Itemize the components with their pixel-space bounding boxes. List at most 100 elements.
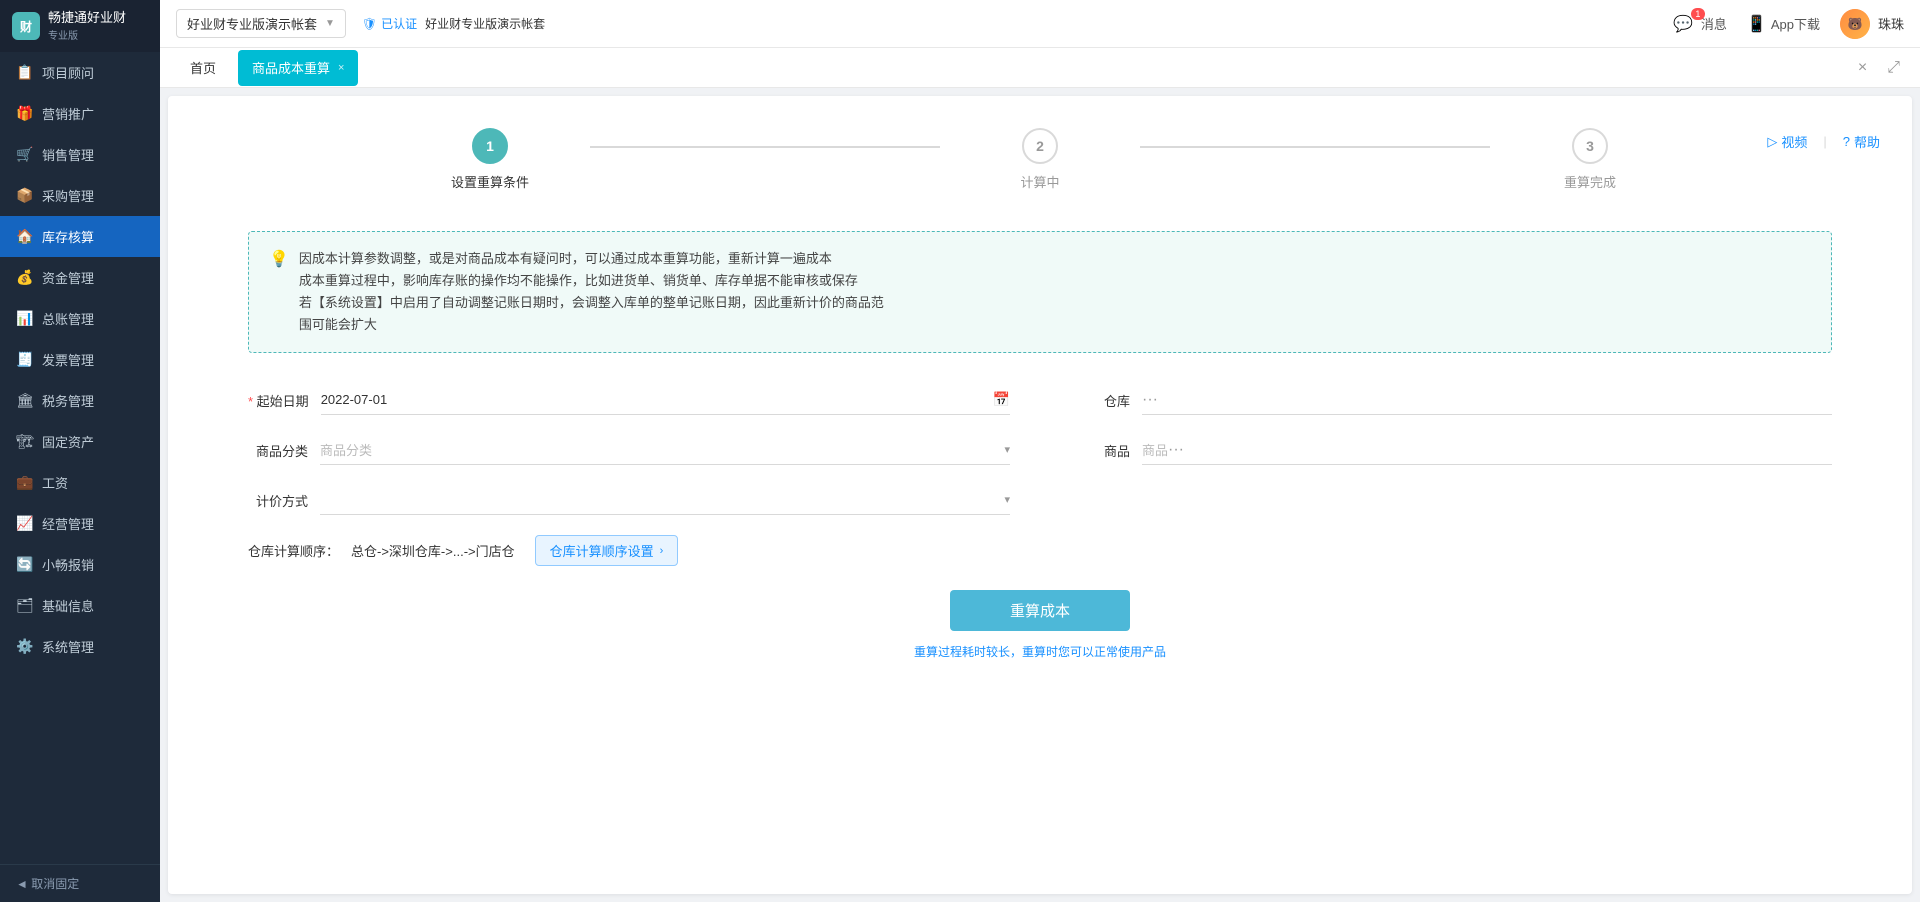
sidebar-item-expense[interactable]: 🔄 小畅报销 <box>0 544 160 585</box>
chevron-down-icon: ▾ <box>1004 443 1010 456</box>
sidebar-item-system[interactable]: ⚙️ 系统管理 <box>0 626 160 667</box>
sidebar-item-finance[interactable]: 💰 资金管理 <box>0 257 160 298</box>
sidebar-item-payroll[interactable]: 💼 工资 <box>0 462 160 503</box>
start-date-field: 起始日期 📅 <box>248 385 1010 415</box>
sidebar-item-project[interactable]: 📋 项目顾问 <box>0 52 160 93</box>
tabs-bar: 首页 商品成本重算 × × ⤢ <box>160 48 1920 88</box>
step-1-circle: 1 <box>472 128 508 164</box>
goods-label: 商品 <box>1070 441 1130 460</box>
sidebar-item-label: 小畅报销 <box>42 555 94 574</box>
sidebar-item-label: 销售管理 <box>42 145 94 164</box>
message-icon: 💬 <box>1673 16 1693 33</box>
warehouse-label: 仓库 <box>1070 391 1130 410</box>
sidebar-item-base[interactable]: 🗂 基础信息 <box>0 585 160 626</box>
sidebar-item-purchase[interactable]: 📦 采购管理 <box>0 175 160 216</box>
user-profile[interactable]: 🐻 珠珠 <box>1840 9 1904 39</box>
expense-icon: 🔄 <box>16 556 34 574</box>
sidebar-collapse[interactable]: ◄ 取消固定 <box>0 864 160 902</box>
tab-home[interactable]: 首页 <box>176 50 230 86</box>
sidebar-item-invoice[interactable]: 🧾 发票管理 <box>0 339 160 380</box>
goods-placeholder: 商品 <box>1142 440 1168 459</box>
tab-cost-recalc[interactable]: 商品成本重算 × <box>238 50 358 86</box>
company-name: 好业财专业版演示帐套 <box>425 15 545 32</box>
step-2-number: 2 <box>1036 138 1044 154</box>
window-controls: × ⤢ <box>1854 55 1904 81</box>
start-date-label: 起始日期 <box>248 391 309 410</box>
sidebar-nav: 📋 项目顾问 🎁 营销推广 🛒 销售管理 📦 采购管理 🏠 库存核算 💰 资金管… <box>0 52 160 864</box>
sidebar-item-label: 采购管理 <box>42 186 94 205</box>
warehouse-input[interactable]: ··· <box>1142 385 1832 415</box>
sidebar-item-label: 项目顾问 <box>42 63 94 82</box>
warehouse-order-value: 总仓->深圳仓库->...->门店仓 <box>351 541 515 560</box>
category-placeholder: 商品分类 <box>320 440 1004 459</box>
sidebar-item-tax[interactable]: 🏛 税务管理 <box>0 380 160 421</box>
message-badge-wrapper: 💬 1 <box>1673 14 1697 34</box>
tax-icon: 🏛 <box>16 392 34 410</box>
sidebar-item-label: 系统管理 <box>42 637 94 656</box>
verified-badge: 🛡 已认证 <box>362 15 417 32</box>
close-button[interactable]: × <box>1854 55 1871 81</box>
inventory-icon: 🏠 <box>16 228 34 246</box>
message-button[interactable]: 💬 1 消息 <box>1673 14 1727 34</box>
start-date-value[interactable] <box>321 392 985 407</box>
step-1-label: 设置重算条件 <box>451 172 529 191</box>
sidebar-item-marketing[interactable]: 🎁 营销推广 <box>0 93 160 134</box>
steps-row: 1 设置重算条件 2 计算中 3 <box>168 96 1912 211</box>
step-2: 2 计算中 <box>940 128 1140 191</box>
assets-icon: 🏗 <box>16 433 34 451</box>
sidebar-item-assets[interactable]: 🏗 固定资产 <box>0 421 160 462</box>
account-selector[interactable]: 好业财专业版演示帐套 ▼ <box>176 9 346 38</box>
info-text: 因成本计算参数调整，或是对商品成本有疑问时，可以通过成本重算功能，重新计算一遍成… <box>299 248 884 336</box>
goods-input[interactable]: 商品 ··· <box>1142 435 1832 465</box>
video-link[interactable]: ▷ 视频 <box>1767 132 1807 151</box>
purchase-icon: 📦 <box>16 187 34 205</box>
logo-text: 畅捷通好业财 <box>48 10 126 27</box>
recalculate-button[interactable]: 重算成本 <box>950 590 1130 631</box>
main-content: 好业财专业版演示帐套 ▼ 🛡 已认证 好业财专业版演示帐套 💬 1 消息 📱 A… <box>160 0 1920 902</box>
phone-icon: 📱 <box>1747 14 1767 34</box>
more-icon[interactable]: ··· <box>1168 441 1184 459</box>
pricing-field: 计价方式 ▾ <box>248 485 1010 515</box>
category-label: 商品分类 <box>248 441 308 460</box>
divider: | <box>1823 134 1826 149</box>
category-select[interactable]: 商品分类 ▾ <box>320 435 1010 465</box>
sidebar-item-operations[interactable]: 📈 经营管理 <box>0 503 160 544</box>
sidebar-item-sales[interactable]: 🛒 销售管理 <box>0 134 160 175</box>
video-label: 视频 <box>1781 132 1807 151</box>
warehouse-order-label: 仓库计算顺序： <box>248 541 339 560</box>
step-3: 3 重算完成 <box>1490 128 1690 191</box>
payroll-icon: 💼 <box>16 474 34 492</box>
pricing-select[interactable]: ▾ <box>320 485 1010 515</box>
message-label: 消息 <box>1701 14 1727 33</box>
tab-cost-label: 商品成本重算 <box>252 58 330 77</box>
calendar-icon[interactable]: 📅 <box>993 391 1010 408</box>
step-3-circle: 3 <box>1572 128 1608 164</box>
step-1: 1 设置重算条件 <box>390 128 590 191</box>
form-row-1: 起始日期 📅 仓库 ··· <box>248 385 1832 415</box>
question-icon: ? <box>1843 134 1850 149</box>
app-download-label: App下载 <box>1771 14 1820 33</box>
sidebar-item-label: 基础信息 <box>42 596 94 615</box>
sidebar-item-accounting[interactable]: 📊 总账管理 <box>0 298 160 339</box>
more-icon[interactable]: ··· <box>1142 391 1158 409</box>
help-link[interactable]: ? 帮助 <box>1843 132 1880 151</box>
sidebar-item-inventory[interactable]: 🏠 库存核算 <box>0 216 160 257</box>
warehouse-order-row: 仓库计算顺序： 总仓->深圳仓库->...->门店仓 仓库计算顺序设置 › <box>248 535 1832 566</box>
app-download-button[interactable]: 📱 App下载 <box>1747 14 1820 34</box>
tab-close-icon[interactable]: × <box>338 62 344 74</box>
account-name: 好业财专业版演示帐套 <box>187 14 317 33</box>
sidebar-item-label: 工资 <box>42 473 68 492</box>
base-icon: 🗂 <box>16 597 34 615</box>
pricing-label: 计价方式 <box>248 491 308 510</box>
step-3-number: 3 <box>1586 138 1594 154</box>
form-row-2: 商品分类 商品分类 ▾ 商品 商品 ··· <box>248 435 1832 465</box>
sidebar-item-label: 总账管理 <box>42 309 94 328</box>
start-date-input[interactable]: 📅 <box>321 385 1010 415</box>
sales-icon: 🛒 <box>16 146 34 164</box>
sidebar-item-label: 资金管理 <box>42 268 94 287</box>
help-label: 帮助 <box>1854 132 1880 151</box>
finance-icon: 💰 <box>16 269 34 287</box>
expand-button[interactable]: ⤢ <box>1883 55 1904 81</box>
warehouse-field: 仓库 ··· <box>1070 385 1832 415</box>
warehouse-order-btn[interactable]: 仓库计算顺序设置 › <box>535 535 679 566</box>
